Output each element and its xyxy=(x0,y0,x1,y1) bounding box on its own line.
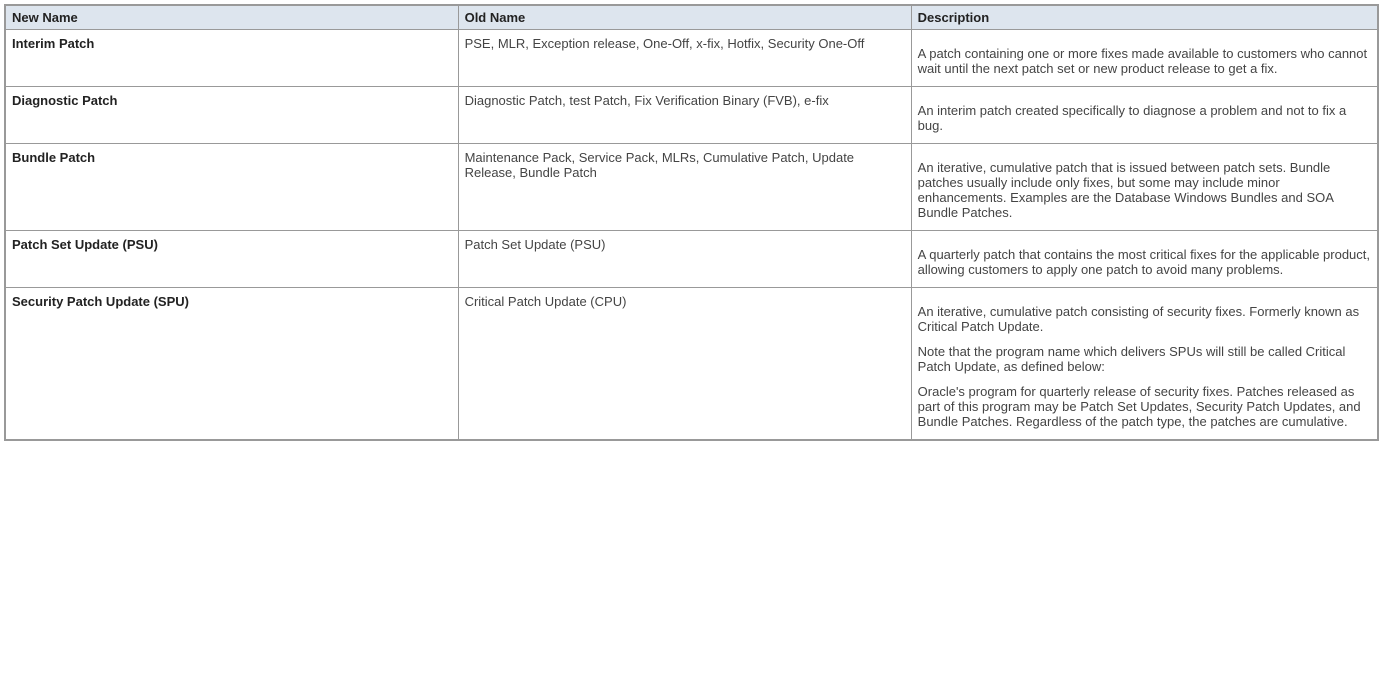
cell-description: An iterative, cumulative patch that is i… xyxy=(911,144,1378,231)
cell-description: An interim patch created specifically to… xyxy=(911,87,1378,144)
description-paragraph: A patch containing one or more fixes mad… xyxy=(918,46,1371,76)
cell-description: A patch containing one or more fixes mad… xyxy=(911,30,1378,87)
table-row: Bundle PatchMaintenance Pack, Service Pa… xyxy=(5,144,1378,231)
cell-old-name: Maintenance Pack, Service Pack, MLRs, Cu… xyxy=(458,144,911,231)
table-row: Security Patch Update (SPU)Critical Patc… xyxy=(5,288,1378,441)
cell-old-name: Critical Patch Update (CPU) xyxy=(458,288,911,441)
cell-new-name: Interim Patch xyxy=(5,30,458,87)
table-row: Interim PatchPSE, MLR, Exception release… xyxy=(5,30,1378,87)
patch-name-table: New Name Old Name Description Interim Pa… xyxy=(4,4,1379,441)
table-header-row: New Name Old Name Description xyxy=(5,5,1378,30)
cell-new-name: Patch Set Update (PSU) xyxy=(5,231,458,288)
table-row: Diagnostic PatchDiagnostic Patch, test P… xyxy=(5,87,1378,144)
cell-new-name: Bundle Patch xyxy=(5,144,458,231)
header-old-name: Old Name xyxy=(458,5,911,30)
cell-new-name: Diagnostic Patch xyxy=(5,87,458,144)
header-description: Description xyxy=(911,5,1378,30)
description-paragraph: An interim patch created specifically to… xyxy=(918,103,1371,133)
description-paragraph: A quarterly patch that contains the most… xyxy=(918,247,1371,277)
description-paragraph: An iterative, cumulative patch that is i… xyxy=(918,160,1371,220)
description-paragraph: Note that the program name which deliver… xyxy=(918,344,1371,374)
description-paragraph: Oracle's program for quarterly release o… xyxy=(918,384,1371,429)
table-row: Patch Set Update (PSU)Patch Set Update (… xyxy=(5,231,1378,288)
cell-old-name: Patch Set Update (PSU) xyxy=(458,231,911,288)
cell-description: An iterative, cumulative patch consistin… xyxy=(911,288,1378,441)
cell-description: A quarterly patch that contains the most… xyxy=(911,231,1378,288)
description-paragraph: An iterative, cumulative patch consistin… xyxy=(918,304,1371,334)
cell-new-name: Security Patch Update (SPU) xyxy=(5,288,458,441)
header-new-name: New Name xyxy=(5,5,458,30)
cell-old-name: Diagnostic Patch, test Patch, Fix Verifi… xyxy=(458,87,911,144)
cell-old-name: PSE, MLR, Exception release, One-Off, x-… xyxy=(458,30,911,87)
